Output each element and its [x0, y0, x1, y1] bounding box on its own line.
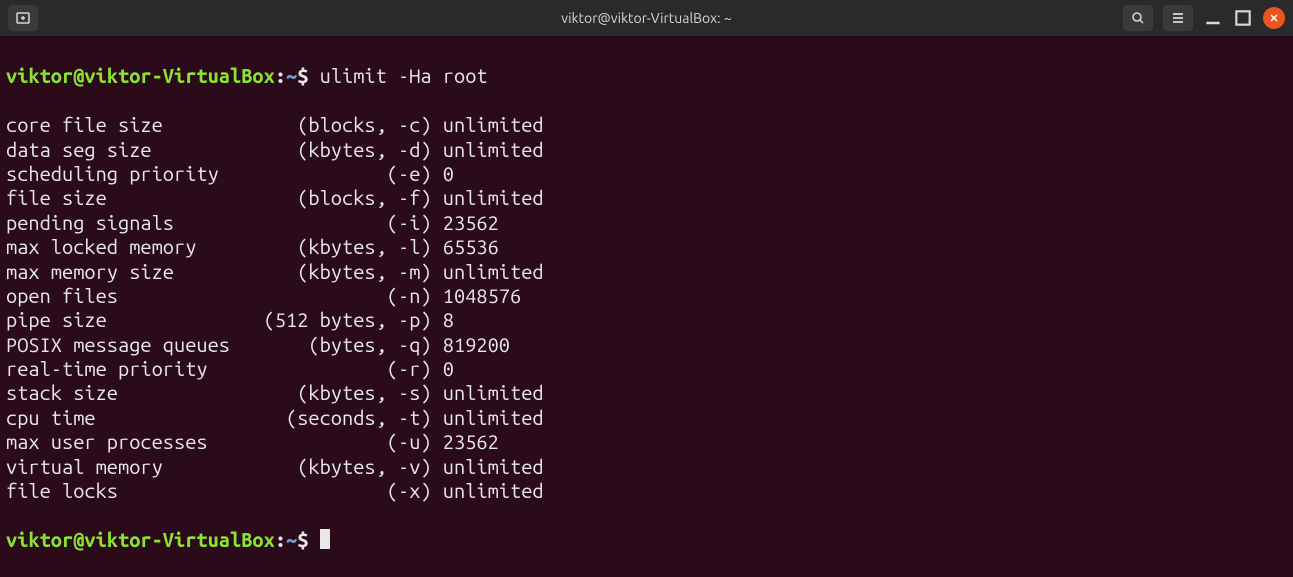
window-title: viktor@viktor-VirtualBox: ~ — [561, 10, 731, 26]
ulimit-row: cpu time (seconds, -t) unlimited — [6, 406, 1287, 430]
search-button[interactable] — [1123, 5, 1153, 31]
prompt-dollar: $ — [297, 528, 308, 551]
ulimit-row: virtual memory (kbytes, -v) unlimited — [6, 455, 1287, 479]
ulimit-row: max locked memory (kbytes, -l) 65536 — [6, 235, 1287, 259]
ulimit-row: scheduling priority (-e) 0 — [6, 162, 1287, 186]
prompt-path: ~ — [286, 64, 297, 87]
menu-button[interactable] — [1163, 5, 1193, 31]
prompt-colon: : — [275, 64, 286, 87]
titlebar: viktor@viktor-VirtualBox: ~ — [0, 0, 1293, 36]
ulimit-row: pending signals (-i) 23562 — [6, 211, 1287, 235]
prompt-line: viktor@viktor-VirtualBox:~$ ulimit -Ha r… — [6, 64, 1287, 88]
ulimit-row: max user processes (-u) 23562 — [6, 430, 1287, 454]
prompt-user-host: viktor@viktor-VirtualBox — [6, 64, 275, 87]
ulimit-row: max memory size (kbytes, -m) unlimited — [6, 260, 1287, 284]
terminal-output[interactable]: viktor@viktor-VirtualBox:~$ ulimit -Ha r… — [0, 36, 1293, 577]
prompt-path: ~ — [286, 528, 297, 551]
command-text: ulimit -Ha root — [320, 64, 488, 87]
close-button[interactable] — [1263, 7, 1285, 29]
minimize-button[interactable] — [1203, 8, 1223, 28]
ulimit-row: data seg size (kbytes, -d) unlimited — [6, 138, 1287, 162]
ulimit-row: POSIX message queues (bytes, -q) 819200 — [6, 333, 1287, 357]
prompt-line: viktor@viktor-VirtualBox:~$ — [6, 528, 1287, 552]
ulimit-row: file size (blocks, -f) unlimited — [6, 186, 1287, 210]
maximize-button[interactable] — [1233, 8, 1253, 28]
prompt-user-host: viktor@viktor-VirtualBox — [6, 528, 275, 551]
ulimit-row: real-time priority (-r) 0 — [6, 357, 1287, 381]
ulimit-row: file locks (-x) unlimited — [6, 479, 1287, 503]
ulimit-row: core file size (blocks, -c) unlimited — [6, 113, 1287, 137]
ulimit-row: pipe size (512 bytes, -p) 8 — [6, 308, 1287, 332]
prompt-dollar: $ — [297, 64, 308, 87]
new-tab-button[interactable] — [8, 5, 38, 31]
prompt-colon: : — [275, 528, 286, 551]
ulimit-row: open files (-n) 1048576 — [6, 284, 1287, 308]
ulimit-row: stack size (kbytes, -s) unlimited — [6, 381, 1287, 405]
cursor — [320, 529, 330, 549]
